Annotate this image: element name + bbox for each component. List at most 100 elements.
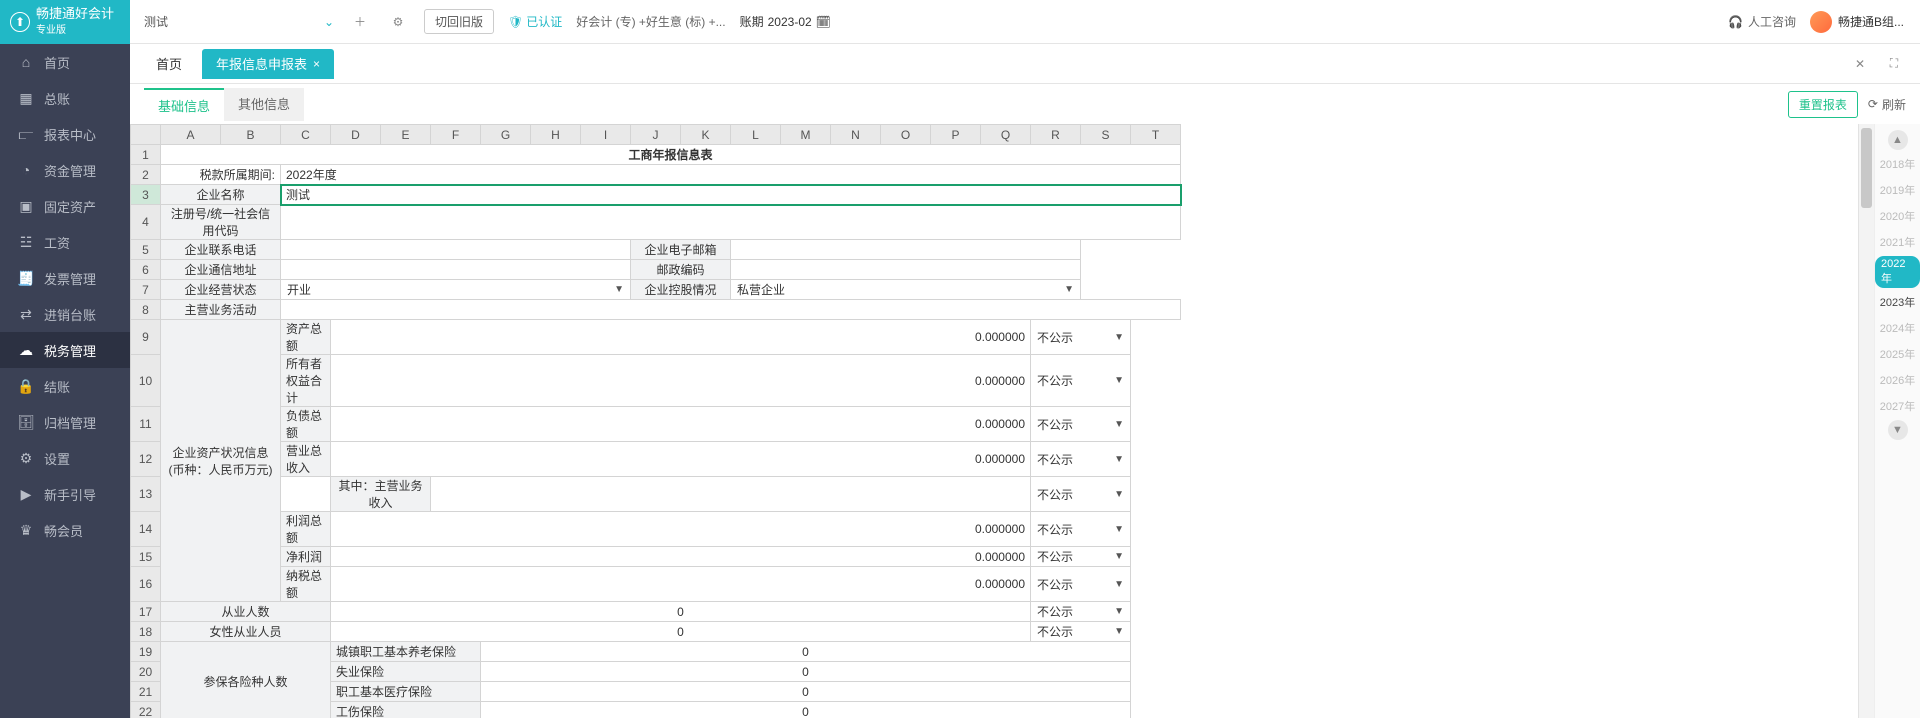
row-head-10[interactable]: 10: [131, 355, 161, 407]
col-head-S[interactable]: S: [1081, 125, 1131, 145]
row-head-15[interactable]: 15: [131, 547, 161, 567]
year-item[interactable]: 2021年: [1880, 230, 1915, 254]
data-cell[interactable]: 0.000000: [331, 407, 1031, 442]
col-head-B[interactable]: B: [221, 125, 281, 145]
col-head-H[interactable]: H: [531, 125, 581, 145]
row-head-4[interactable]: 4: [131, 205, 161, 240]
col-head-G[interactable]: G: [481, 125, 531, 145]
col-head-M[interactable]: M: [781, 125, 831, 145]
sidebar-item-7[interactable]: ⇄进销台账: [0, 296, 130, 332]
year-down-button[interactable]: ▼: [1888, 420, 1908, 440]
data-cell[interactable]: [731, 260, 1081, 280]
data-cell[interactable]: 0: [331, 622, 1031, 642]
year-item[interactable]: 2018年: [1880, 152, 1915, 176]
dropdown-cell[interactable]: 不公示▼: [1031, 512, 1131, 547]
col-head-A[interactable]: A: [161, 125, 221, 145]
row-head-11[interactable]: 11: [131, 407, 161, 442]
col-head-K[interactable]: K: [681, 125, 731, 145]
sidebar-item-6[interactable]: 🧾发票管理: [0, 260, 130, 296]
row-head-19[interactable]: 19: [131, 642, 161, 662]
col-head-N[interactable]: N: [831, 125, 881, 145]
col-head-J[interactable]: J: [631, 125, 681, 145]
row-head-20[interactable]: 20: [131, 662, 161, 682]
row-head-2[interactable]: 2: [131, 165, 161, 185]
year-up-button[interactable]: ▲: [1888, 130, 1908, 150]
col-head-R[interactable]: R: [1031, 125, 1081, 145]
data-cell[interactable]: [281, 300, 1181, 320]
row-head-8[interactable]: 8: [131, 300, 161, 320]
col-head-T[interactable]: T: [1131, 125, 1181, 145]
data-cell[interactable]: 0.000000: [331, 512, 1031, 547]
data-cell[interactable]: 0: [481, 682, 1131, 702]
row-head-3[interactable]: 3: [131, 185, 161, 205]
col-head-F[interactable]: F: [431, 125, 481, 145]
sidebar-item-12[interactable]: ▶新手引导: [0, 476, 130, 512]
period-selector[interactable]: 账期 2023-02 🗓: [740, 13, 831, 30]
dropdown-cell[interactable]: 不公示▼: [1031, 547, 1131, 567]
dropdown-cell[interactable]: 不公示▼: [1031, 622, 1131, 642]
row-head-16[interactable]: 16: [131, 567, 161, 602]
data-cell[interactable]: [431, 477, 1031, 512]
data-cell[interactable]: 0.000000: [331, 567, 1031, 602]
subtab-basic[interactable]: 基础信息: [144, 88, 224, 121]
sidebar-item-11[interactable]: ⚙设置: [0, 440, 130, 476]
year-item[interactable]: 2027年: [1880, 394, 1915, 418]
sidebar-item-1[interactable]: ▦总账: [0, 80, 130, 116]
sidebar-item-0[interactable]: ⌂首页: [0, 44, 130, 80]
row-head-7[interactable]: 7: [131, 280, 161, 300]
row-head-22[interactable]: 22: [131, 702, 161, 718]
year-item[interactable]: 2026年: [1880, 368, 1915, 392]
dropdown-cell[interactable]: 开业▼: [281, 280, 631, 300]
row-head-5[interactable]: 5: [131, 240, 161, 260]
dropdown-cell[interactable]: 不公示▼: [1031, 477, 1131, 512]
dropdown-cell[interactable]: 不公示▼: [1031, 320, 1131, 355]
scrollbar-thumb[interactable]: [1861, 128, 1872, 208]
subtab-other[interactable]: 其他信息: [224, 88, 304, 121]
row-head-18[interactable]: 18: [131, 622, 161, 642]
data-cell[interactable]: 0.000000: [331, 442, 1031, 477]
data-cell[interactable]: 0: [481, 662, 1131, 682]
col-head-D[interactable]: D: [331, 125, 381, 145]
col-head-E[interactable]: E: [381, 125, 431, 145]
row-head-9[interactable]: 9: [131, 320, 161, 355]
data-cell[interactable]: 0: [481, 702, 1131, 718]
col-head-C[interactable]: C: [281, 125, 331, 145]
close-all-tabs-button[interactable]: ✕: [1848, 52, 1872, 76]
sidebar-item-13[interactable]: ♛畅会员: [0, 512, 130, 548]
dropdown-cell[interactable]: 不公示▼: [1031, 407, 1131, 442]
data-cell[interactable]: [731, 240, 1081, 260]
sidebar-item-8[interactable]: ☁税务管理: [0, 332, 130, 368]
year-item[interactable]: 2025年: [1880, 342, 1915, 366]
settings-icon-button[interactable]: ⚙: [386, 10, 410, 34]
sidebar-item-10[interactable]: 🗄归档管理: [0, 404, 130, 440]
sidebar-item-9[interactable]: 🔒结账: [0, 368, 130, 404]
col-head-P[interactable]: P: [931, 125, 981, 145]
dropdown-cell[interactable]: 私营企业▼: [731, 280, 1081, 300]
row-head-12[interactable]: 12: [131, 442, 161, 477]
year-item[interactable]: 2022年: [1875, 256, 1920, 288]
dropdown-cell[interactable]: 不公示▼: [1031, 355, 1131, 407]
sidebar-item-2[interactable]: ⫍报表中心: [0, 116, 130, 152]
company-name-cell[interactable]: 测试: [281, 185, 1181, 205]
dropdown-cell[interactable]: 不公示▼: [1031, 602, 1131, 622]
row-head-21[interactable]: 21: [131, 682, 161, 702]
data-cell[interactable]: 0: [331, 602, 1031, 622]
year-item[interactable]: 2020年: [1880, 204, 1915, 228]
sidebar-item-4[interactable]: ▣固定资产: [0, 188, 130, 224]
data-cell[interactable]: 0.000000: [331, 320, 1031, 355]
data-cell[interactable]: 0.000000: [331, 355, 1031, 407]
switch-old-version-button[interactable]: 切回旧版: [424, 9, 494, 34]
data-cell[interactable]: [281, 205, 1181, 240]
col-head-I[interactable]: I: [581, 125, 631, 145]
sidebar-item-5[interactable]: ☳工资: [0, 224, 130, 260]
year-item[interactable]: 2024年: [1880, 316, 1915, 340]
tab-annual-report[interactable]: 年报信息申报表 ×: [202, 49, 334, 79]
row-head-6[interactable]: 6: [131, 260, 161, 280]
add-button[interactable]: ＋: [348, 10, 372, 34]
refresh-button[interactable]: ⟳ 刷新: [1868, 96, 1906, 113]
dropdown-cell[interactable]: 不公示▼: [1031, 442, 1131, 477]
close-icon[interactable]: ×: [313, 57, 320, 71]
data-cell[interactable]: [281, 240, 631, 260]
row-head-17[interactable]: 17: [131, 602, 161, 622]
dropdown-cell[interactable]: 不公示▼: [1031, 567, 1131, 602]
